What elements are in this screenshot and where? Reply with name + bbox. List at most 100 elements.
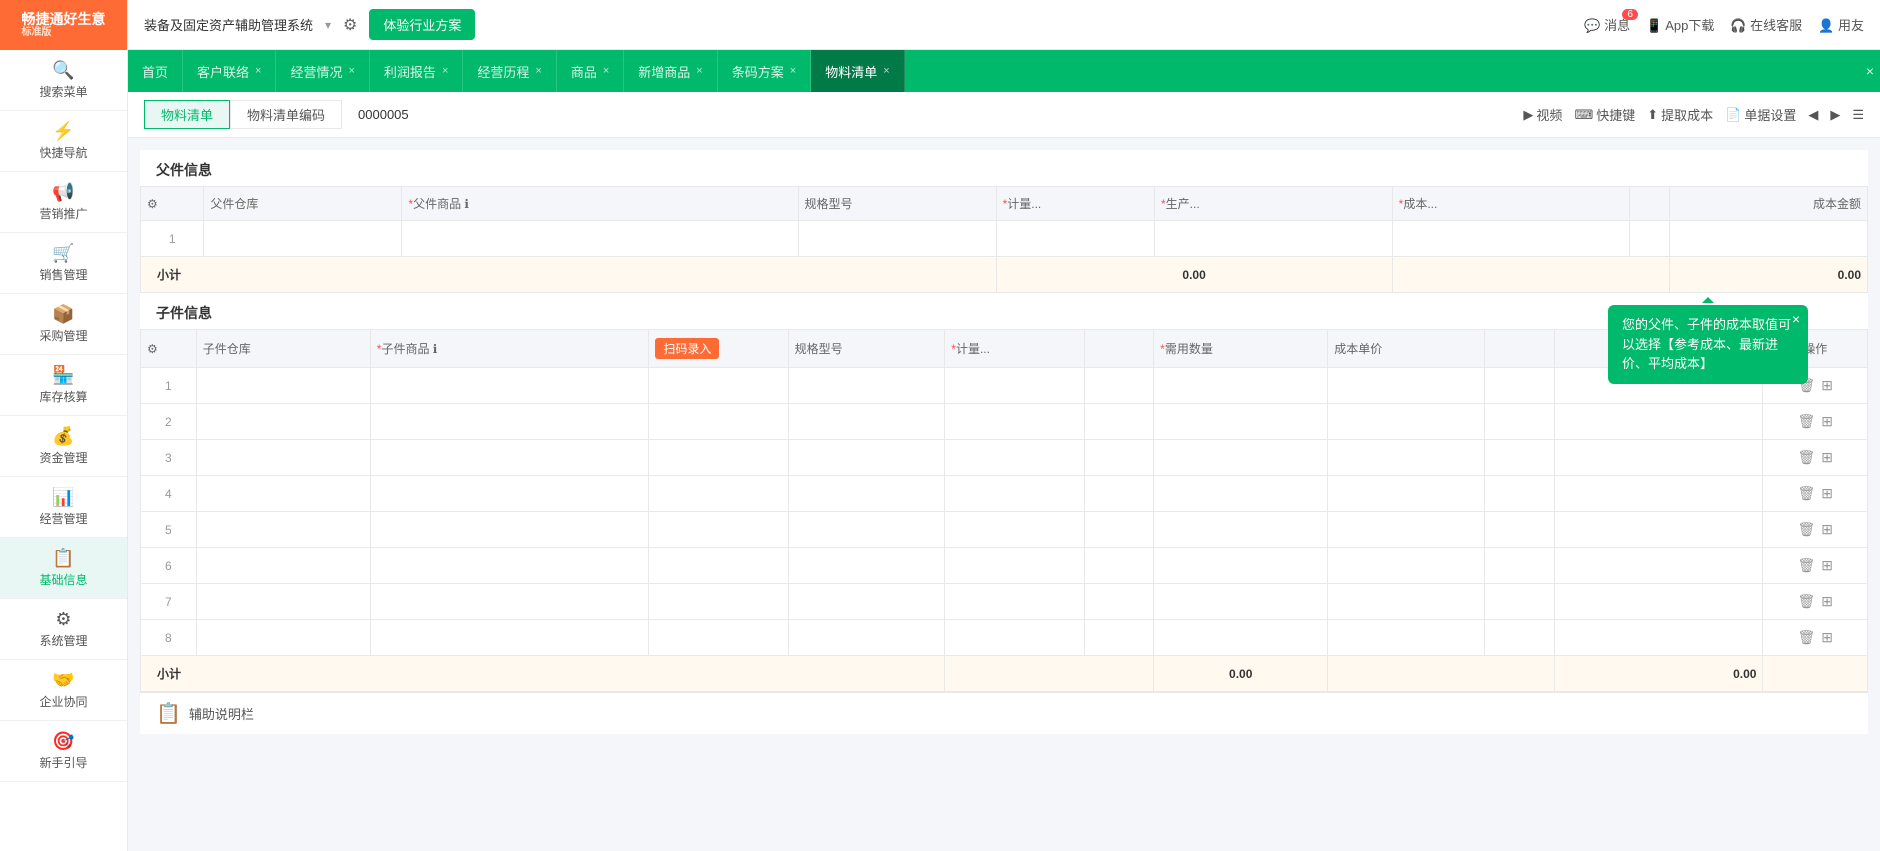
child-warehouse-0[interactable] [196,368,370,404]
sidebar-item-营销推广[interactable]: 📢营销推广 [0,172,127,233]
nav-close-button[interactable]: × [1860,63,1880,79]
nav-tab-7[interactable]: 条码方案× [718,50,811,92]
sidebar-item-库存核算[interactable]: 🏪库存核算 [0,355,127,416]
parent-product-cell[interactable] [402,221,798,257]
parent-unit-cell[interactable] [996,221,1154,257]
child-unitprice-2[interactable] [1328,440,1485,476]
child-product-1[interactable] [370,404,649,440]
nav-tab-close-3[interactable]: × [442,65,448,77]
child-spec-5[interactable] [788,548,945,584]
child-warehouse-7[interactable] [196,620,370,656]
child-qty-7[interactable] [1154,620,1328,656]
child-unitprice-7[interactable] [1328,620,1485,656]
sidebar-item-系统管理[interactable]: ⚙系统管理 [0,599,127,660]
child-qty-2[interactable] [1154,440,1328,476]
nav-tab-close-8[interactable]: × [883,65,889,77]
parent-warehouse-cell[interactable] [204,221,402,257]
child-delete-icon-3[interactable]: 🗑 [1797,485,1815,502]
sidebar-item-基础信息[interactable]: 📋基础信息 [0,538,127,599]
child-copy-icon-0[interactable]: ⊞ [1821,377,1833,394]
shortcut-button[interactable]: ⌨ 快捷键 [1574,105,1635,124]
nav-tab-3[interactable]: 利润报告× [370,50,463,92]
scan-button[interactable]: 扫码录入 [655,338,719,359]
child-product-7[interactable] [370,620,649,656]
breadcrumb-tab-1[interactable]: 物料清单 [144,100,230,129]
child-spec-6[interactable] [788,584,945,620]
child-unit-6[interactable] [945,584,1084,620]
user-info[interactable]: 👤 用友 [1818,15,1864,34]
sidebar-item-采购管理[interactable]: 📦采购管理 [0,294,127,355]
child-copy-icon-7[interactable]: ⊞ [1821,629,1833,646]
child-unit-7[interactable] [945,620,1084,656]
child-unitprice-1[interactable] [1328,404,1485,440]
view-button[interactable]: ▶ 视频 [1523,105,1562,124]
parent-spec-cell[interactable] [798,221,996,257]
nav-tab-1[interactable]: 客户联络× [183,50,276,92]
child-product-4[interactable] [370,512,649,548]
nav-tab-8[interactable]: 物料清单× [811,50,904,92]
app-download[interactable]: 📱 App下载 [1646,15,1714,34]
nav-tab-2[interactable]: 经营情况× [276,50,369,92]
sidebar-item-搜索菜单[interactable]: 🔍搜索菜单 [0,50,127,111]
breadcrumb-tab-2[interactable]: 物料清单编码 [230,100,342,129]
sidebar-item-经营管理[interactable]: 📊经营管理 [0,477,127,538]
nav-tab-4[interactable]: 经营历程× [463,50,556,92]
child-spec-1[interactable] [788,404,945,440]
nav-tab-close-7[interactable]: × [790,65,796,77]
sidebar-item-销售管理[interactable]: 🛒销售管理 [0,233,127,294]
sidebar-item-资金管理[interactable]: 💰资金管理 [0,416,127,477]
child-delete-icon-7[interactable]: 🗑 [1797,629,1815,646]
message-wrap[interactable]: 💬 6 消息 [1584,15,1630,34]
child-unit-2[interactable] [945,440,1084,476]
child-qty-0[interactable] [1154,368,1328,404]
child-qty-5[interactable] [1154,548,1328,584]
child-unit-0[interactable] [945,368,1084,404]
child-qty-6[interactable] [1154,584,1328,620]
child-copy-icon-1[interactable]: ⊞ [1821,413,1833,430]
child-qty-3[interactable] [1154,476,1328,512]
menu-button[interactable]: ☰ [1852,107,1864,123]
child-spec-3[interactable] [788,476,945,512]
child-warehouse-4[interactable] [196,512,370,548]
sidebar-item-企业协同[interactable]: 🤝企业协同 [0,660,127,721]
child-copy-icon-5[interactable]: ⊞ [1821,557,1833,574]
child-warehouse-2[interactable] [196,440,370,476]
single-settings-button[interactable]: 📄 单据设置 [1725,105,1796,124]
child-copy-icon-4[interactable]: ⊞ [1821,521,1833,538]
parent-cost-cell[interactable] [1392,221,1630,257]
child-unit-4[interactable] [945,512,1084,548]
child-unitprice-6[interactable] [1328,584,1485,620]
settings-icon[interactable]: ⚙ [343,15,357,35]
child-copy-icon-3[interactable]: ⊞ [1821,485,1833,502]
child-qty-1[interactable] [1154,404,1328,440]
online-service[interactable]: 🎧 在线客服 [1730,15,1802,34]
nav-tab-close-1[interactable]: × [255,65,261,77]
child-unit-3[interactable] [945,476,1084,512]
child-delete-icon-5[interactable]: 🗑 [1797,557,1815,574]
child-qty-4[interactable] [1154,512,1328,548]
child-delete-icon-2[interactable]: 🗑 [1797,449,1815,466]
parent-produce-cell[interactable] [1155,221,1393,257]
nav-tab-0[interactable]: 首页 [128,50,183,92]
child-product-3[interactable] [370,476,649,512]
extract-cost-button[interactable]: ⬆ 提取成本 [1647,105,1713,124]
child-warehouse-3[interactable] [196,476,370,512]
child-unitprice-5[interactable] [1328,548,1485,584]
nav-tab-close-6[interactable]: × [696,65,702,77]
nav-prev-button[interactable]: ◀ [1808,107,1818,123]
child-warehouse-5[interactable] [196,548,370,584]
child-product-2[interactable] [370,440,649,476]
child-warehouse-6[interactable] [196,584,370,620]
sidebar-item-快捷导航[interactable]: ⚡快捷导航 [0,111,127,172]
sidebar-item-新手引导[interactable]: 🎯新手引导 [0,721,127,782]
child-warehouse-1[interactable] [196,404,370,440]
child-copy-icon-6[interactable]: ⊞ [1821,593,1833,610]
nav-tab-close-2[interactable]: × [348,65,354,77]
child-col-scan[interactable]: 扫码录入 [649,330,788,368]
nav-tab-close-5[interactable]: × [603,65,609,77]
child-unit-5[interactable] [945,548,1084,584]
child-product-6[interactable] [370,584,649,620]
child-delete-icon-1[interactable]: 🗑 [1797,413,1815,430]
nav-tab-close-4[interactable]: × [535,65,541,77]
tooltip-close-button[interactable]: × [1792,309,1800,330]
